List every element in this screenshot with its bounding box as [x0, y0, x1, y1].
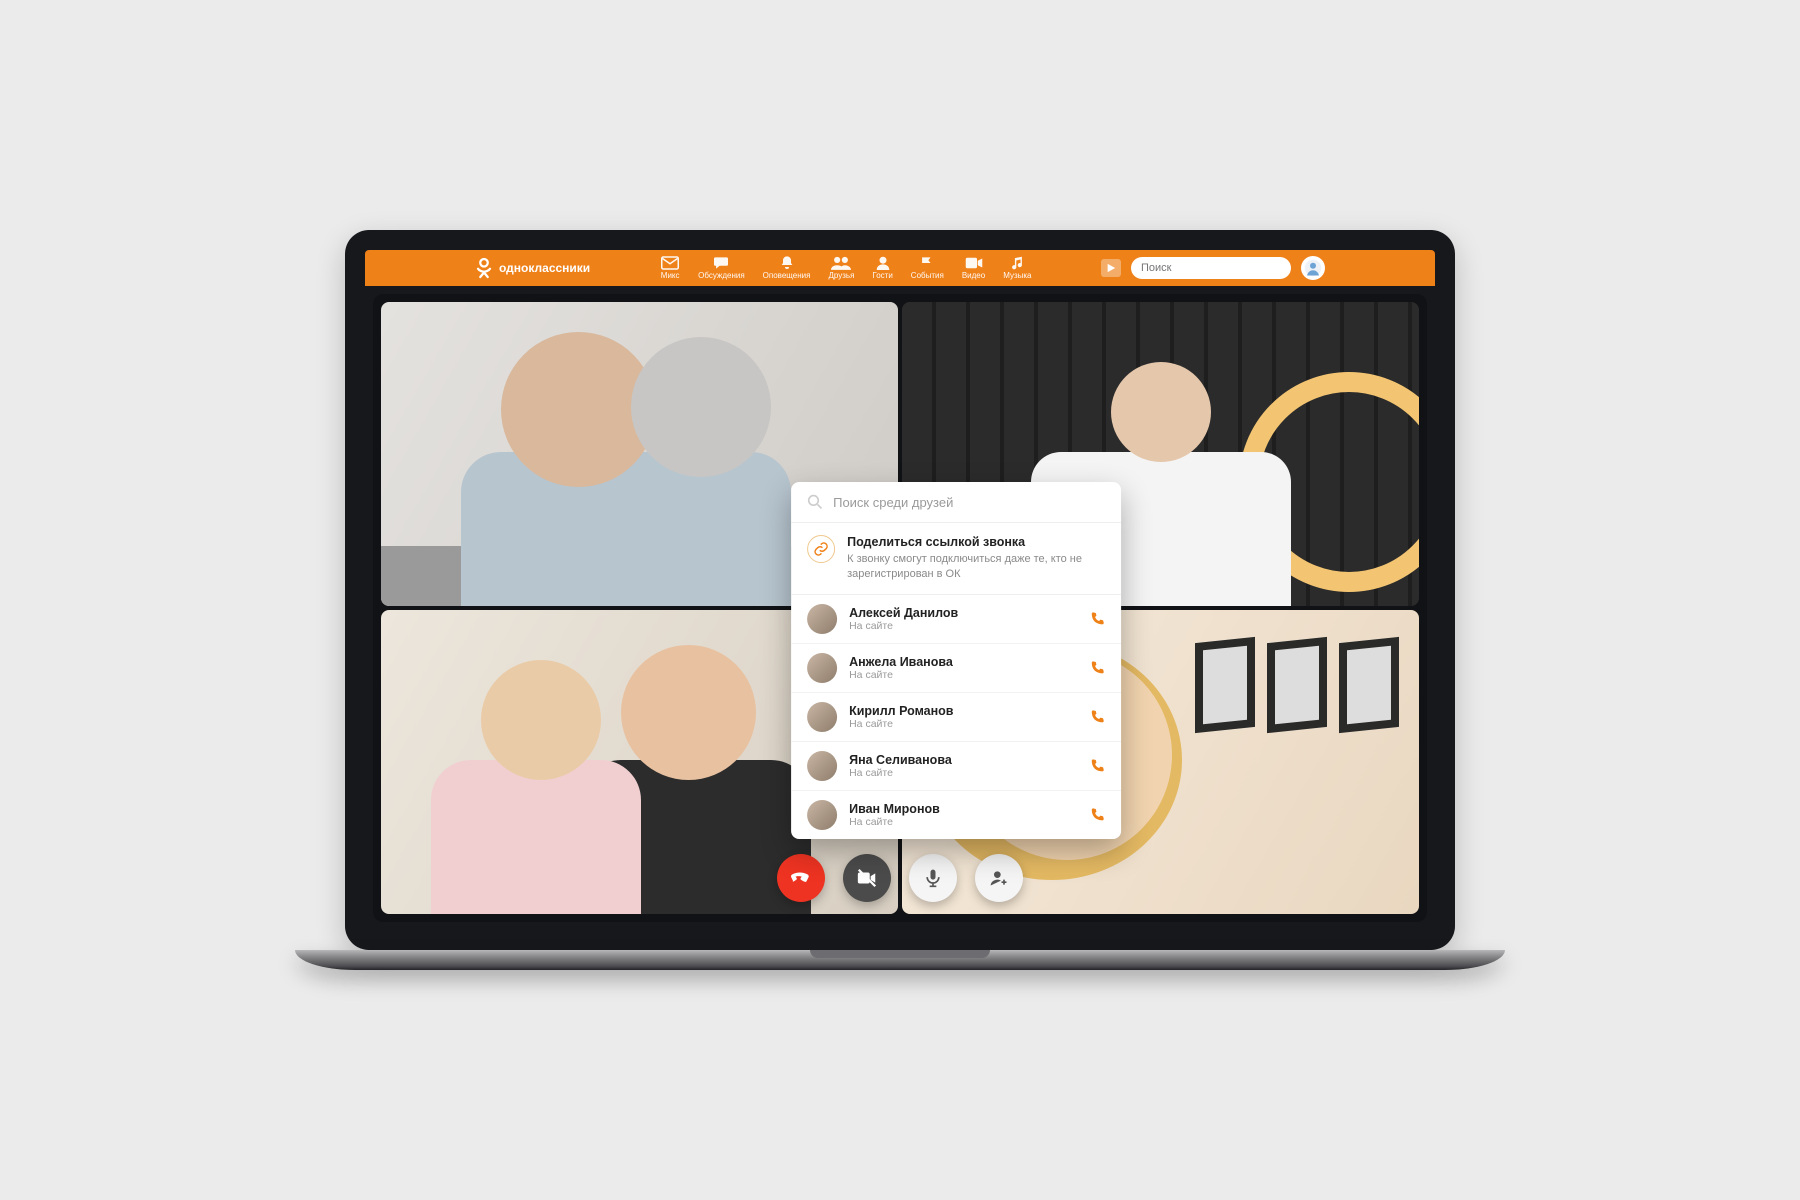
friend-avatar: [807, 800, 837, 830]
chat-icon: [711, 256, 731, 270]
nav-item-music[interactable]: Музыка: [1003, 256, 1031, 280]
top-search[interactable]: [1131, 257, 1291, 279]
music-icon: [1007, 256, 1027, 270]
nav-item-events[interactable]: События: [911, 256, 944, 280]
phone-icon: [1089, 758, 1105, 774]
end-call-button[interactable]: [777, 854, 825, 902]
nav-item-mix[interactable]: Микс: [660, 256, 680, 280]
add-participant-button[interactable]: [975, 854, 1023, 902]
nav-item-friends[interactable]: Друзья: [828, 256, 854, 280]
phone-icon: [1089, 709, 1105, 725]
screen-frame: одноклассники Микс Обсуждения Оповещения: [345, 230, 1455, 950]
envelope-icon: [660, 256, 680, 270]
call-controls: [777, 854, 1023, 902]
video-icon: [964, 256, 984, 270]
laptop-mockup: одноклассники Микс Обсуждения Оповещения: [345, 230, 1455, 970]
friend-row[interactable]: Кирилл РомановНа сайте: [791, 693, 1121, 742]
friend-status: На сайте: [849, 718, 1077, 730]
screen: одноклассники Микс Обсуждения Оповещения: [365, 250, 1435, 930]
popover-search-placeholder: Поиск среди друзей: [833, 495, 953, 510]
top-nav: одноклассники Микс Обсуждения Оповещения: [365, 250, 1435, 286]
friend-status: На сайте: [849, 669, 1077, 681]
friends-list: Алексей ДаниловНа сайтеАнжела ИвановаНа …: [791, 595, 1121, 839]
friend-row[interactable]: Анжела ИвановаНа сайте: [791, 644, 1121, 693]
friend-row[interactable]: Яна СеливановаНа сайте: [791, 742, 1121, 791]
person-add-icon: [989, 868, 1009, 888]
friend-name: Алексей Данилов: [849, 606, 1077, 620]
share-link-subtitle: К звонку смогут подключиться даже те, кт…: [847, 552, 1105, 582]
nav-items: Микс Обсуждения Оповещения Друзья: [660, 256, 1031, 280]
nav-item-notifications[interactable]: Оповещения: [763, 256, 811, 280]
toggle-camera-button[interactable]: [843, 854, 891, 902]
call-friend-button[interactable]: [1089, 758, 1105, 774]
person-icon: [873, 256, 893, 270]
link-icon: [807, 535, 835, 563]
microphone-icon: [923, 868, 943, 888]
bell-icon: [777, 256, 797, 270]
friend-status: На сайте: [849, 767, 1077, 779]
toggle-mic-button[interactable]: [909, 854, 957, 902]
friend-status: На сайте: [849, 620, 1077, 632]
friend-avatar: [807, 604, 837, 634]
flag-icon: [917, 256, 937, 270]
phone-icon: [1089, 611, 1105, 627]
top-search-input[interactable]: [1141, 262, 1283, 274]
friend-name: Иван Миронов: [849, 802, 1077, 816]
friend-row[interactable]: Алексей ДаниловНа сайте: [791, 595, 1121, 644]
nav-item-discussions[interactable]: Обсуждения: [698, 256, 745, 280]
brand-name: одноклассники: [499, 261, 590, 275]
laptop-base: [295, 950, 1505, 970]
friend-avatar: [807, 702, 837, 732]
phone-icon: [1089, 660, 1105, 676]
camera-off-icon: [856, 867, 878, 889]
call-friend-button[interactable]: [1089, 709, 1105, 725]
play-button[interactable]: [1101, 259, 1121, 277]
call-friend-button[interactable]: [1089, 807, 1105, 823]
call-friend-button[interactable]: [1089, 611, 1105, 627]
ok-logo-icon: [475, 257, 493, 279]
nav-item-video[interactable]: Видео: [962, 256, 985, 280]
phone-hangup-icon: [789, 866, 813, 890]
call-friend-button[interactable]: [1089, 660, 1105, 676]
friend-status: На сайте: [849, 816, 1077, 828]
nav-item-guests[interactable]: Гости: [872, 256, 892, 280]
share-link-title: Поделиться ссылкой звонка: [847, 535, 1105, 549]
search-icon: [807, 494, 823, 510]
friend-name: Кирилл Романов: [849, 704, 1077, 718]
popover-search[interactable]: Поиск среди друзей: [791, 482, 1121, 523]
people-icon: [831, 256, 851, 270]
friend-row[interactable]: Иван МироновНа сайте: [791, 791, 1121, 839]
video-call-grid: Поиск среди друзей Поделиться ссылкой зв…: [373, 294, 1427, 922]
share-link-row[interactable]: Поделиться ссылкой звонка К звонку смогу…: [791, 523, 1121, 595]
friend-name: Яна Селиванова: [849, 753, 1077, 767]
friend-name: Анжела Иванова: [849, 655, 1077, 669]
friend-avatar: [807, 751, 837, 781]
add-friends-popover: Поиск среди друзей Поделиться ссылкой зв…: [791, 482, 1121, 839]
phone-icon: [1089, 807, 1105, 823]
profile-avatar[interactable]: [1301, 256, 1325, 280]
brand[interactable]: одноклассники: [475, 257, 590, 279]
friend-avatar: [807, 653, 837, 683]
